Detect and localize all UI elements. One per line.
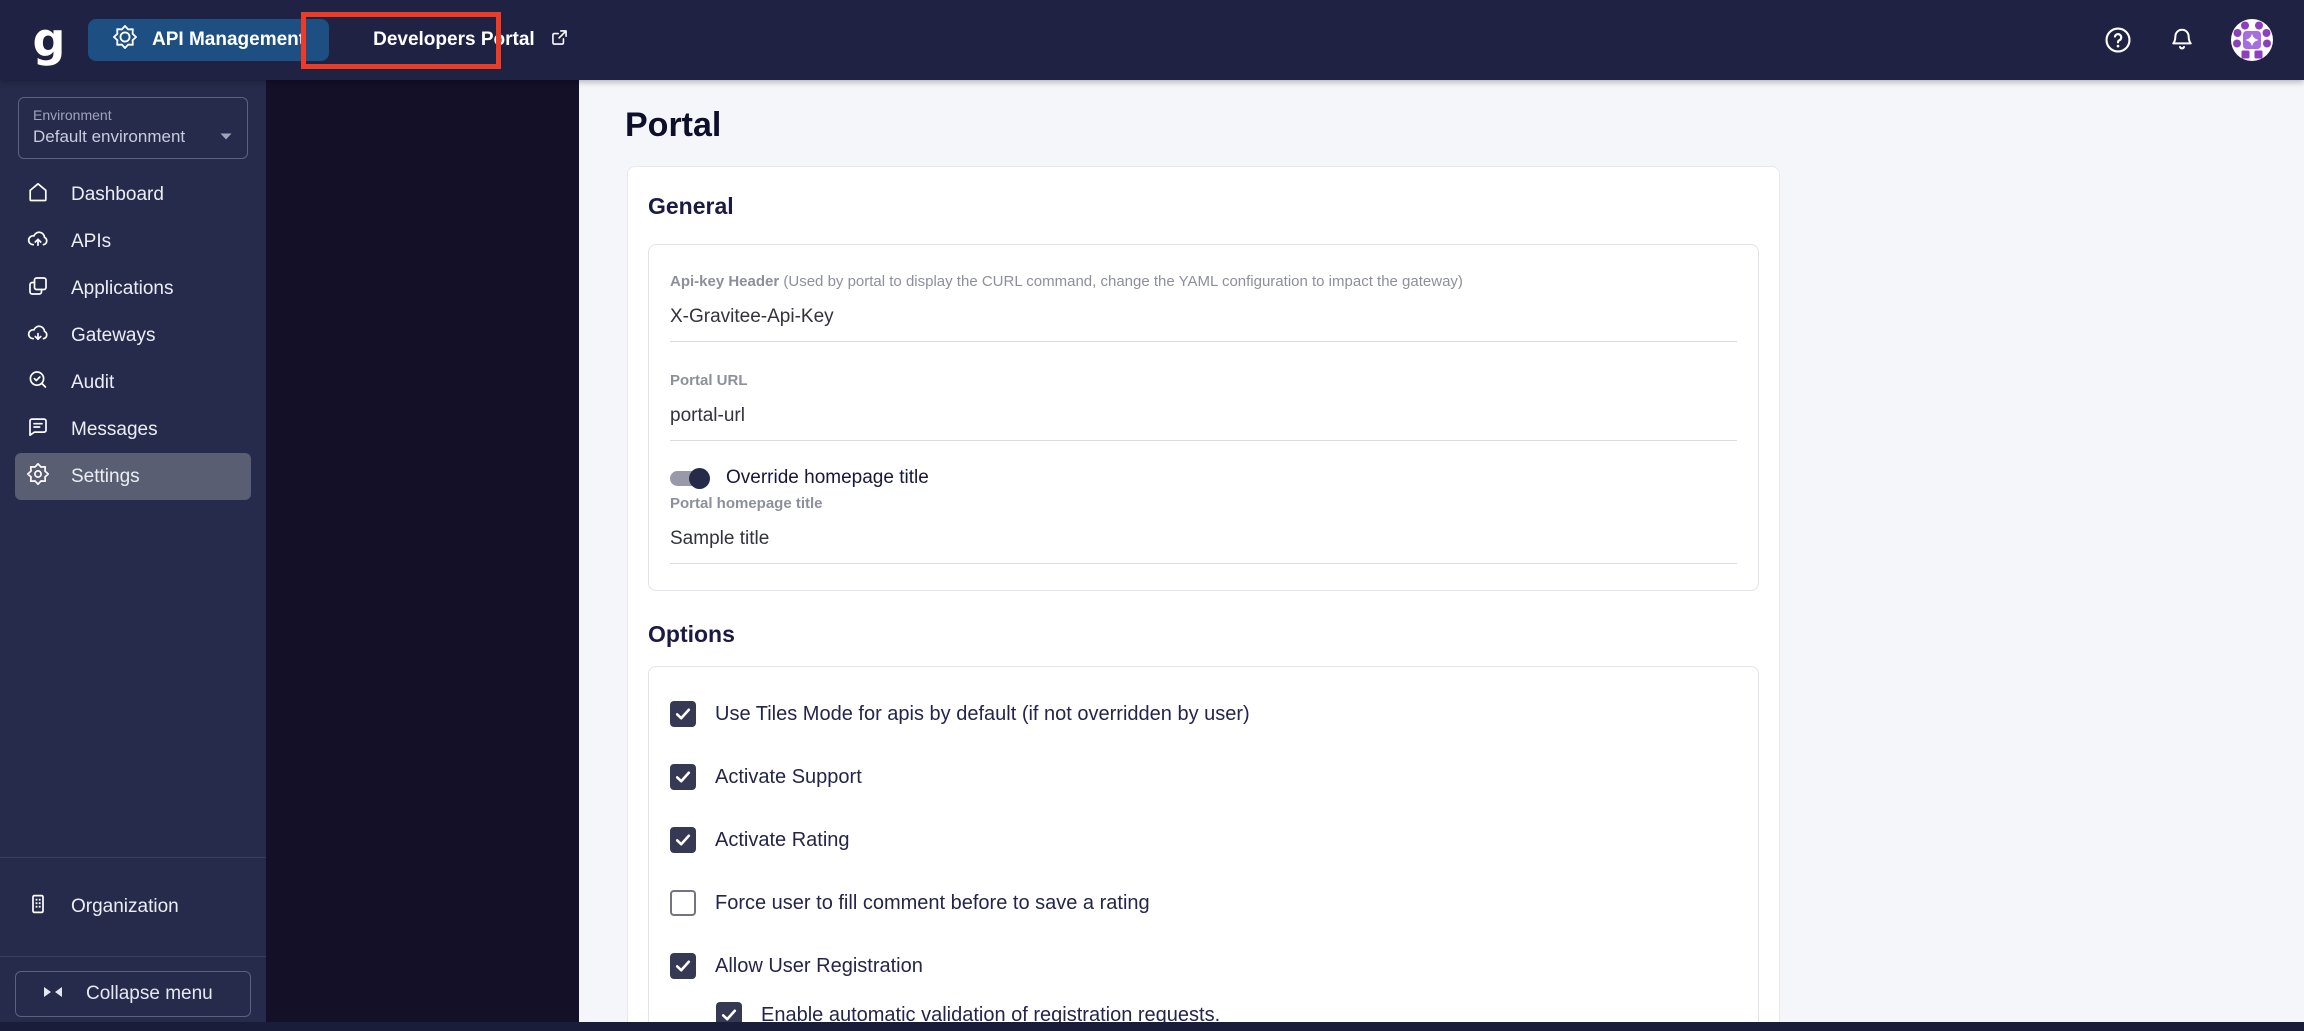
gravitee-logo-icon[interactable]: g: [26, 10, 72, 70]
api-management-button[interactable]: API Management: [88, 19, 330, 61]
checkbox-checked-icon[interactable]: [670, 827, 696, 853]
environment-label: Environment: [33, 107, 112, 123]
checkbox-row[interactable]: Activate Rating: [670, 827, 1737, 853]
checkbox-row[interactable]: Allow User Registration: [670, 953, 1737, 979]
bottom-strip: [0, 1022, 2304, 1031]
developers-portal-link[interactable]: Developers Portal: [373, 27, 570, 54]
search-check-icon: [26, 368, 50, 398]
sidebar-item-dashboard[interactable]: Dashboard: [15, 171, 251, 218]
environment-selector[interactable]: Environment Default environment: [18, 97, 248, 159]
cloud-up-icon: [26, 227, 50, 257]
checkbox-label: Activate Rating: [715, 828, 850, 851]
help-circle-icon[interactable]: [2102, 24, 2134, 56]
home-icon: [26, 180, 50, 210]
apikey-header-input[interactable]: X-Gravitee-Api-Key: [670, 306, 1737, 342]
general-fieldbox: Api-key Header (Used by portal to displa…: [648, 244, 1759, 591]
checkbox-label: Use Tiles Mode for apis by default (if n…: [715, 702, 1250, 725]
checkbox-row[interactable]: Activate Support: [670, 764, 1737, 790]
options-fieldbox: Use Tiles Mode for apis by default (if n…: [648, 666, 1759, 1031]
checkbox-unchecked-icon[interactable]: [670, 890, 696, 916]
environment-value: Default environment: [33, 127, 186, 146]
checkbox-label: Force user to fill comment before to sav…: [715, 891, 1150, 914]
sidebar-item-settings[interactable]: Settings: [15, 453, 251, 500]
building-icon: [26, 892, 50, 922]
cloud-down-icon: [26, 321, 50, 351]
portal-homepage-title-input[interactable]: Sample title: [670, 528, 1737, 564]
developers-portal-label: Developers Portal: [373, 29, 535, 50]
collapse-menu-button[interactable]: Collapse menu: [15, 971, 251, 1017]
top-bar: g API Management Developers Portal: [0, 0, 2304, 80]
topbar-actions: [2102, 18, 2304, 62]
sidebar-item-label: Audit: [71, 371, 115, 393]
sidebar-item-label: Applications: [71, 277, 174, 299]
settings-panel: General Api-key Header (Used by portal t…: [627, 166, 1780, 1031]
sidebar-item-label: APIs: [71, 230, 112, 252]
collapse-menu-label: Collapse menu: [86, 983, 213, 1004]
bell-icon[interactable]: [2166, 24, 2198, 56]
external-link-icon: [549, 27, 570, 54]
main-content: Portal General Api-key Header (Used by p…: [579, 80, 2304, 1031]
gear-icon: [26, 462, 50, 492]
checkbox-checked-icon[interactable]: [670, 953, 696, 979]
checkbox-checked-icon[interactable]: [670, 764, 696, 790]
options-section-heading: Options: [648, 621, 735, 647]
override-homepage-title-label: Override homepage title: [726, 467, 929, 488]
general-section-heading: General: [648, 193, 734, 219]
sidebar-item-apis[interactable]: APIs: [15, 218, 251, 265]
secondary-panel: [266, 80, 579, 1031]
checkbox-checked-icon[interactable]: [670, 701, 696, 727]
sidebar-item-label: Gateways: [71, 324, 156, 346]
sidebar-item-label: Messages: [71, 418, 158, 440]
portal-url-label: Portal URL: [670, 372, 748, 389]
sidebar-item-messages[interactable]: Messages: [15, 406, 251, 453]
api-management-label: API Management: [152, 29, 306, 50]
apikey-header-note: (Used by portal to display the CURL comm…: [783, 273, 1463, 290]
apikey-header-label: Api-key Header (Used by portal to displa…: [670, 273, 1463, 290]
sidebar-item-audit[interactable]: Audit: [15, 359, 251, 406]
message-icon: [26, 415, 50, 445]
checkbox-row[interactable]: Use Tiles Mode for apis by default (if n…: [670, 701, 1737, 727]
chevron-down-icon: [219, 128, 233, 146]
checkbox-label: Allow User Registration: [715, 954, 923, 977]
sidebar-item-applications[interactable]: Applications: [15, 265, 251, 312]
sidebar: Environment Default environment Dashboar…: [0, 80, 266, 1031]
sidebar-item-organization[interactable]: Organization: [15, 858, 251, 956]
page-title: Portal: [625, 106, 722, 144]
organization-label: Organization: [71, 896, 179, 917]
checkbox-label: Activate Support: [715, 765, 862, 788]
checkbox-row[interactable]: Force user to fill comment before to sav…: [670, 890, 1737, 916]
gear-logo-icon: [112, 24, 138, 56]
portal-homepage-title-label: Portal homepage title: [670, 495, 823, 512]
sidebar-nav: Dashboard APIs Applications Gateways Audit Me…: [0, 171, 266, 500]
sidebar-item-label: Settings: [71, 465, 140, 487]
portal-url-input[interactable]: portal-url: [670, 405, 1737, 441]
windows-icon: [26, 274, 50, 304]
user-avatar[interactable]: [2230, 18, 2274, 62]
collapse-icon: [42, 983, 64, 1005]
sidebar-item-label: Dashboard: [71, 183, 164, 205]
override-homepage-title-toggle[interactable]: [670, 467, 710, 489]
sidebar-item-gateways[interactable]: Gateways: [15, 312, 251, 359]
sidebar-divider: [0, 956, 266, 957]
